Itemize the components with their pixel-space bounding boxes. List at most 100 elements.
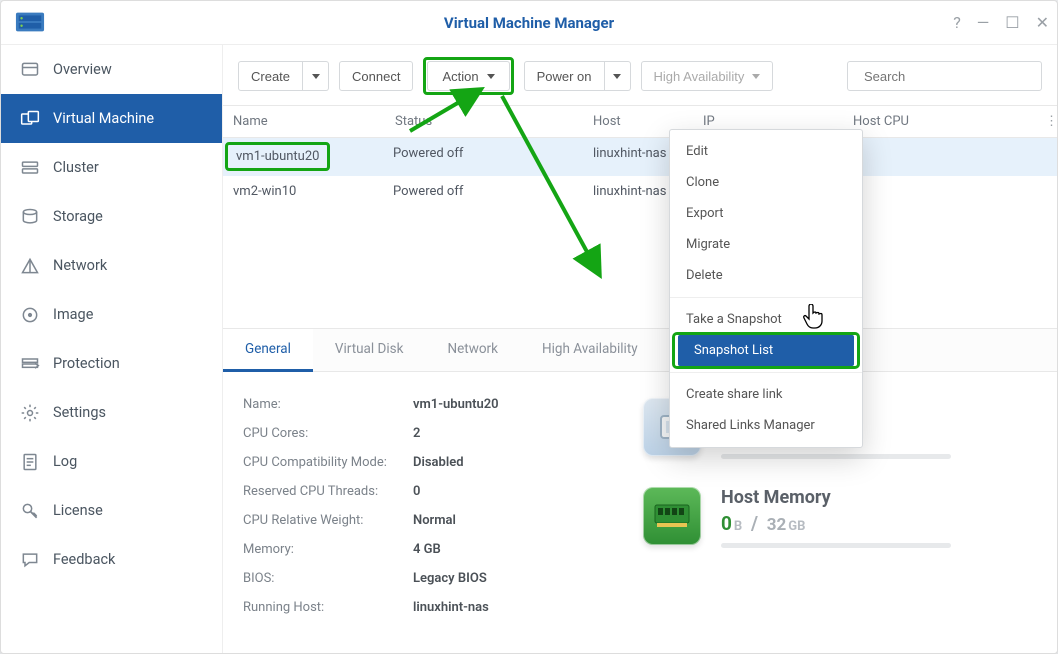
sidebar: Overview Virtual Machine Cluster Storage Net… — [1, 45, 223, 653]
sidebar-item-label: Cluster — [53, 159, 99, 176]
cell-status: Powered off — [383, 138, 583, 175]
help-icon[interactable]: ? — [953, 15, 961, 31]
sidebar-item-cluster[interactable]: Cluster — [1, 143, 222, 192]
sidebar-item-license[interactable]: License — [1, 486, 222, 535]
tab-virtual-disk[interactable]: Virtual Disk — [313, 329, 426, 371]
col-host-cpu[interactable]: Host CPU — [843, 106, 1035, 137]
detail-key: CPU Compatibility Mode: — [243, 455, 413, 470]
sidebar-item-label: Storage — [53, 208, 103, 225]
maximize-icon[interactable]: ☐ — [1005, 15, 1019, 31]
host-memory-bar — [721, 543, 951, 548]
detail-row: BIOS:Legacy BIOS — [243, 564, 623, 593]
feedback-icon — [19, 549, 41, 571]
detail-value: Disabled — [413, 455, 464, 470]
network-icon — [19, 255, 41, 277]
sidebar-item-image[interactable]: Image — [1, 290, 222, 339]
create-button[interactable]: Create — [238, 61, 303, 91]
detail-key: Name: — [243, 397, 413, 412]
action-menu-item-export[interactable]: Export — [670, 198, 862, 229]
tab-general[interactable]: General — [223, 329, 313, 372]
overview-icon — [19, 59, 41, 81]
detail-value: linuxhint-nas — [413, 600, 489, 615]
action-menu: EditCloneExportMigrateDelete Take a Snaps… — [669, 129, 863, 448]
sidebar-item-label: Feedback — [53, 551, 115, 568]
power-on-dropdown[interactable] — [605, 61, 631, 91]
tab-high-availability[interactable]: High Availability — [520, 329, 660, 371]
sidebar-item-log[interactable]: Log — [1, 437, 222, 486]
minimize-icon[interactable]: — — [977, 15, 990, 31]
detail-key: CPU Cores: — [243, 426, 413, 441]
sidebar-item-label: Protection — [53, 355, 120, 372]
action-menu-item-snapshot-list[interactable]: Snapshot List — [678, 335, 854, 366]
vm-table-body: vm1-ubuntu20 Powered off linuxhint-nas -… — [223, 138, 1057, 208]
create-dropdown[interactable] — [303, 61, 329, 91]
detail-row: Reserved CPU Threads:0 — [243, 477, 623, 506]
power-on-button[interactable]: Power on — [524, 61, 605, 91]
menu-divider — [670, 297, 862, 298]
cell-host-cpu: - — [843, 176, 1035, 207]
host-memory-value: 0B / 32GB — [721, 512, 1037, 535]
action-menu-item-take-a-snapshot[interactable]: Take a Snapshot — [670, 304, 862, 335]
sidebar-item-label: Settings — [53, 404, 106, 421]
window-title: Virtual Machine Manager — [444, 14, 614, 32]
action-menu-item-create-share-link[interactable]: Create share link — [670, 379, 862, 410]
create-button-group: Create — [238, 61, 329, 91]
sidebar-item-feedback[interactable]: Feedback — [1, 535, 222, 584]
detail-row: Name:vm1-ubuntu20 — [243, 390, 623, 419]
app-icon — [15, 7, 45, 37]
detail-key: Memory: — [243, 542, 413, 557]
action-menu-item-shared-links-manager[interactable]: Shared Links Manager — [670, 410, 862, 441]
memory-icon — [643, 487, 701, 545]
col-name[interactable]: Name — [223, 106, 383, 137]
menu-divider — [670, 372, 862, 373]
detail-value: 0 — [413, 484, 420, 499]
sidebar-item-settings[interactable]: Settings — [1, 388, 222, 437]
host-memory-stat: Host Memory 0B / 32GB — [643, 487, 1037, 548]
detail-key: Running Host: — [243, 600, 413, 615]
cell-status: Powered off — [383, 176, 583, 207]
sidebar-item-label: Overview — [53, 61, 112, 78]
host-memory-title: Host Memory — [721, 487, 1037, 508]
host-cpu-bar — [721, 454, 951, 459]
detail-value: vm1-ubuntu20 — [413, 397, 499, 412]
sidebar-item-network[interactable]: Network — [1, 241, 222, 290]
table-row[interactable]: vm1-ubuntu20 Powered off linuxhint-nas -… — [223, 138, 1057, 176]
protection-icon — [19, 353, 41, 375]
search-input[interactable] — [862, 68, 1042, 85]
sidebar-item-vm[interactable]: Virtual Machine — [1, 94, 222, 143]
license-icon — [19, 500, 41, 522]
tab-network[interactable]: Network — [425, 329, 519, 371]
detail-tabs: GeneralVirtual DiskNetworkHigh Availabil… — [223, 328, 1057, 372]
vm-table-header: Name Status Host IP Host CPU ⋮ — [223, 105, 1057, 138]
image-icon — [19, 304, 41, 326]
columns-menu-icon[interactable]: ⋮ — [1035, 106, 1057, 137]
title-bar: Virtual Machine Manager ? — ☐ ✕ — [1, 1, 1057, 45]
high-availability-button[interactable]: High Availability — [641, 61, 774, 91]
detail-row: CPU Compatibility Mode:Disabled — [243, 448, 623, 477]
search-box[interactable] — [847, 61, 1042, 91]
detail-panel: Name:vm1-ubuntu20CPU Cores:2CPU Compatib… — [223, 372, 1057, 653]
action-menu-item-migrate[interactable]: Migrate — [670, 229, 862, 260]
detail-value: Legacy BIOS — [413, 571, 487, 586]
detail-row: CPU Relative Weight:Normal — [243, 506, 623, 535]
table-row[interactable]: vm2-win10 Powered off linuxhint-nas - - — [223, 176, 1057, 208]
action-menu-item-clone[interactable]: Clone — [670, 167, 862, 198]
cell-name: vm2-win10 — [223, 176, 383, 207]
connect-button[interactable]: Connect — [339, 61, 413, 91]
settings-icon — [19, 402, 41, 424]
cursor-pointer-icon — [802, 304, 826, 330]
cluster-icon — [19, 157, 41, 179]
detail-row: CPU Cores:2 — [243, 419, 623, 448]
sidebar-item-overview[interactable]: Overview — [1, 45, 222, 94]
action-button[interactable]: Action — [427, 61, 509, 91]
close-icon[interactable]: ✕ — [1036, 15, 1049, 31]
col-status[interactable]: Status — [383, 106, 583, 137]
action-menu-item-delete[interactable]: Delete — [670, 260, 862, 291]
main-panel: Create Connect Action Power on High Avai… — [223, 45, 1057, 653]
detail-value: 2 — [413, 426, 420, 441]
detail-properties: Name:vm1-ubuntu20CPU Cores:2CPU Compatib… — [243, 390, 623, 635]
detail-row: Running Host:linuxhint-nas — [243, 593, 623, 622]
sidebar-item-protection[interactable]: Protection — [1, 339, 222, 388]
action-menu-item-edit[interactable]: Edit — [670, 136, 862, 167]
sidebar-item-storage[interactable]: Storage — [1, 192, 222, 241]
